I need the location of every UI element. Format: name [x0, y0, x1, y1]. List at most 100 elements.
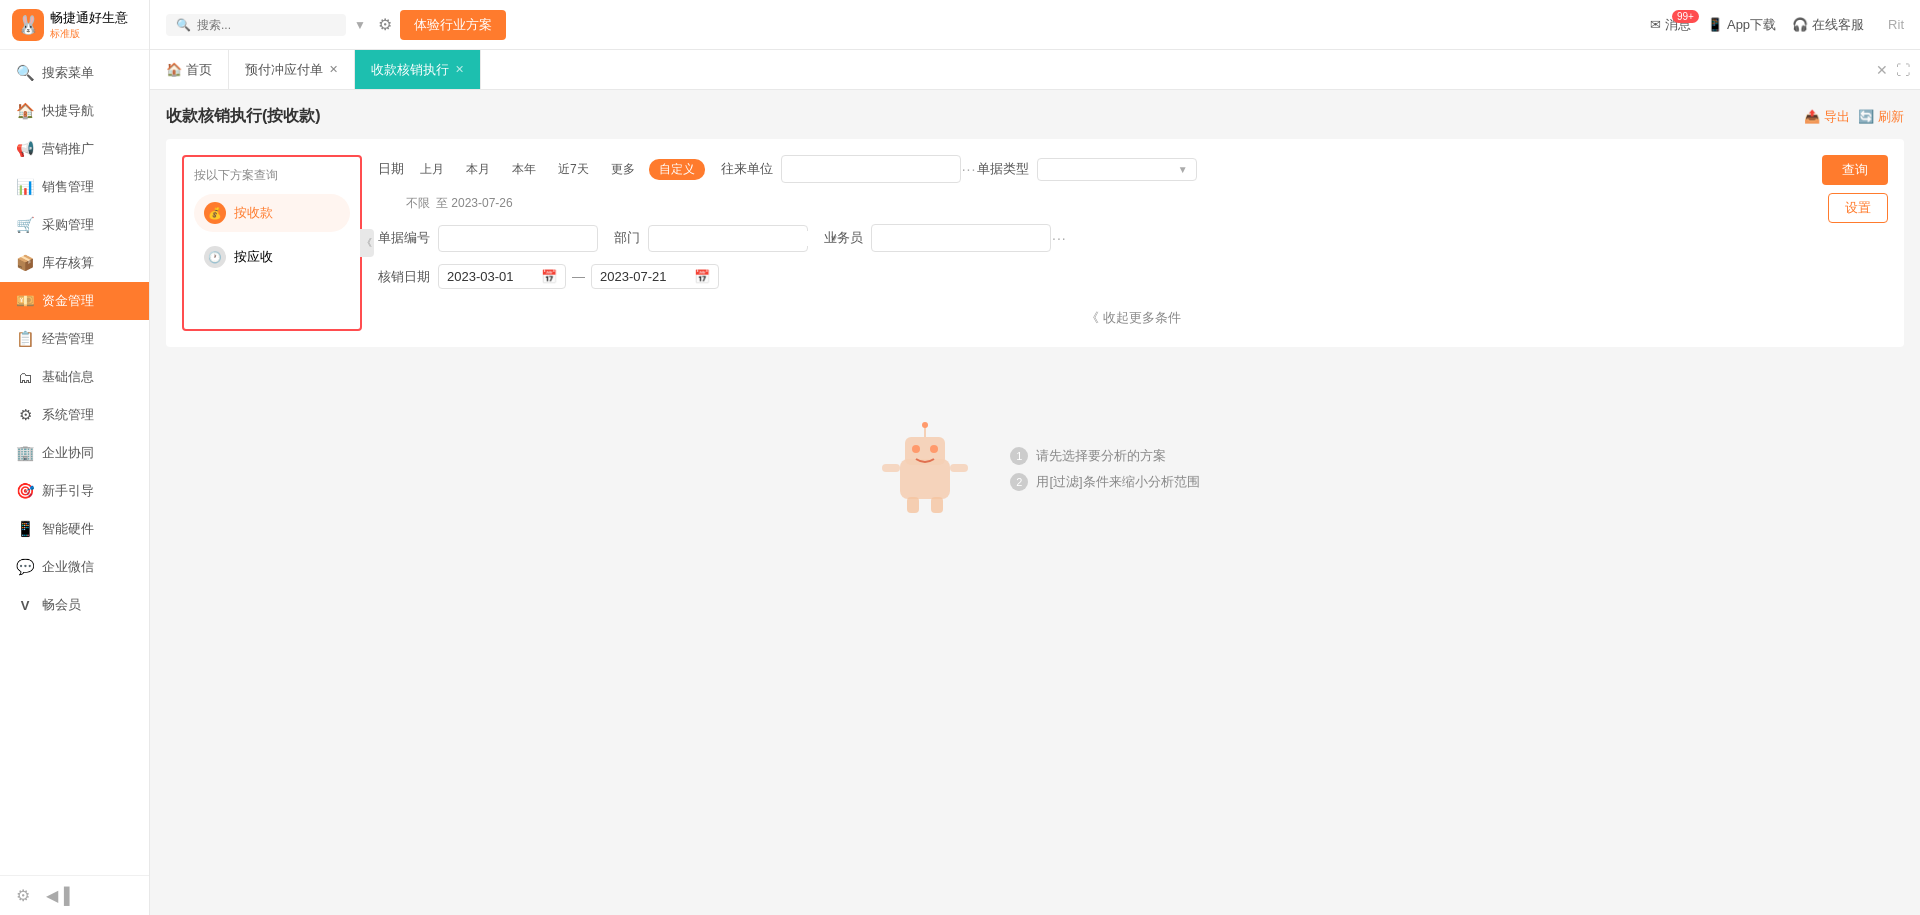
search-input[interactable]	[197, 18, 317, 32]
calendar-end-icon[interactable]: 📅	[694, 269, 710, 284]
sidebar: 🐰 畅捷通好生意 标准版 🔍 搜索菜单 🏠 快捷导航 📢 营销推广 📊 销售管理…	[0, 0, 150, 915]
filter-bill-type-field: 单据类型 ▼	[977, 158, 1197, 181]
filter-bill-no-field: 单据编号	[378, 225, 598, 252]
expand-tab-icon[interactable]: ⛶	[1896, 62, 1910, 78]
svg-rect-7	[931, 497, 943, 513]
sidebar-item-wechat[interactable]: 💬 企业微信	[0, 548, 149, 586]
settings-bottom-icon[interactable]: ⚙	[16, 886, 30, 905]
date-range-divider: —	[572, 269, 585, 284]
verify-date-end-wrap[interactable]: 2023-07-21 📅	[591, 264, 719, 289]
staff-input[interactable]: ···	[871, 224, 1051, 252]
topbar-search-box[interactable]: 🔍	[166, 14, 346, 36]
date-btn-more[interactable]: 更多	[603, 159, 643, 180]
filter-options-panel: 按以下方案查询 💰 按收款 🕐 按应收 《	[182, 155, 362, 331]
sidebar-item-basic-info[interactable]: 🗂 基础信息	[0, 358, 149, 396]
filter-panel: 按以下方案查询 💰 按收款 🕐 按应收 《	[166, 139, 1904, 347]
verify-date-end-input[interactable]: 2023-07-21	[600, 269, 690, 284]
filter-option-by-collection[interactable]: 💰 按收款	[194, 194, 350, 232]
dept-select[interactable]: ▼	[648, 225, 808, 252]
dropdown-arrow-icon[interactable]: ▼	[354, 18, 366, 32]
tabbar: 🏠 首页 预付冲应付单 ✕ 收款核销执行 ✕ ✕ ⛶	[150, 50, 1920, 90]
page-actions: 📤 导出 🔄 刷新	[1804, 108, 1904, 126]
date-btn-this-month[interactable]: 本月	[458, 159, 498, 180]
sidebar-item-member[interactable]: V 畅会员	[0, 586, 149, 624]
settings-btn[interactable]: 设置	[1828, 193, 1888, 223]
headset-icon: 🎧	[1792, 17, 1808, 32]
search-icon: 🔍	[176, 18, 191, 32]
filter-fields: 日期 上月 本月 本年 近7天 更多 自定义	[378, 155, 1888, 331]
counterpart-text-input[interactable]	[790, 162, 958, 177]
settings-gear-icon[interactable]: ⚙	[378, 15, 392, 34]
topbar-right: ✉ 消息 99+ 📱 App下载 🎧 在线客服 Rit	[1650, 16, 1904, 34]
sidebar-item-sales[interactable]: 📊 销售管理	[0, 168, 149, 206]
tab-close-prepay[interactable]: ✕	[329, 63, 338, 76]
sidebar-item-purchase[interactable]: 🛒 采购管理	[0, 206, 149, 244]
date-btn-7days[interactable]: 近7天	[550, 159, 597, 180]
filter-option-by-receivable[interactable]: 🕐 按应收	[194, 238, 350, 276]
bill-type-arrow-icon: ▼	[1178, 164, 1188, 175]
empty-tip-2: 2 用[过滤]条件来缩小分析范围	[1010, 473, 1199, 491]
sidebar-item-hardware[interactable]: 📱 智能硬件	[0, 510, 149, 548]
counterpart-input[interactable]: ···	[781, 155, 961, 183]
collapse-sidebar-icon[interactable]: ◀▐	[46, 886, 69, 905]
dept-input[interactable]	[657, 231, 825, 246]
verify-date-start-input[interactable]: 2023-03-01	[447, 269, 537, 284]
filter-action-btns: 查询 设置	[1822, 155, 1888, 223]
bill-type-select[interactable]: ▼	[1037, 158, 1197, 181]
sidebar-item-search[interactable]: 🔍 搜索菜单	[0, 54, 149, 92]
bill-no-input[interactable]	[438, 225, 598, 252]
message-btn[interactable]: ✉ 消息 99+	[1650, 16, 1691, 34]
home-tab-icon: 🏠	[166, 62, 182, 77]
refresh-icon: 🔄	[1858, 109, 1874, 124]
date-btn-last-month[interactable]: 上月	[412, 159, 452, 180]
sidebar-item-system[interactable]: ⚙ 系统管理	[0, 396, 149, 434]
svg-point-2	[912, 445, 920, 453]
finance-icon: 💴	[16, 292, 34, 310]
industry-btn[interactable]: 体验行业方案	[400, 10, 506, 40]
close-tab-icon[interactable]: ✕	[1876, 62, 1888, 78]
date-btn-custom[interactable]: 自定义	[649, 159, 705, 180]
tab-collection[interactable]: 收款核销执行 ✕	[355, 50, 481, 89]
tabbar-actions: ✕ ⛶	[1866, 50, 1920, 89]
sidebar-item-guide[interactable]: 🎯 新手引导	[0, 472, 149, 510]
export-btn[interactable]: 📤 导出	[1804, 108, 1850, 126]
sidebar-item-inventory[interactable]: 📦 库存核算	[0, 244, 149, 282]
basic-info-icon: 🗂	[16, 369, 34, 386]
empty-state: 1 请先选择要分析的方案 2 用[过滤]条件来缩小分析范围	[166, 359, 1904, 579]
filter-counterpart-field: 往来单位 ···	[721, 155, 961, 183]
query-btn[interactable]: 查询	[1822, 155, 1888, 185]
svg-point-9	[922, 422, 928, 428]
sidebar-item-quick-nav[interactable]: 🏠 快捷导航	[0, 92, 149, 130]
sidebar-item-business[interactable]: 📋 经营管理	[0, 320, 149, 358]
app-download-btn[interactable]: 📱 App下载	[1707, 16, 1776, 34]
collapse-more-btn[interactable]: 《 收起更多条件	[1086, 309, 1181, 327]
system-icon: ⚙	[16, 406, 34, 424]
wechat-icon: 💬	[16, 558, 34, 576]
svg-point-3	[930, 445, 938, 453]
svg-rect-6	[907, 497, 919, 513]
empty-tip-1: 1 请先选择要分析的方案	[1010, 447, 1199, 465]
staff-text-input[interactable]	[880, 231, 1048, 246]
online-service-btn[interactable]: 🎧 在线客服	[1792, 16, 1864, 34]
sidebar-item-finance[interactable]: 💴 资金管理	[0, 282, 149, 320]
date-btn-this-year[interactable]: 本年	[504, 159, 544, 180]
marketing-icon: 📢	[16, 140, 34, 158]
page-title: 收款核销执行(按收款)	[166, 106, 321, 127]
date-no-limit-label: 不限	[406, 195, 430, 212]
tab-home[interactable]: 🏠 首页	[150, 50, 229, 89]
collapse-panel-arrow[interactable]: 《	[360, 229, 374, 257]
tip-num-2: 2	[1010, 473, 1028, 491]
calendar-start-icon[interactable]: 📅	[541, 269, 557, 284]
collapse-more-icon: 《	[1086, 309, 1099, 327]
refresh-btn[interactable]: 🔄 刷新	[1858, 108, 1904, 126]
sidebar-item-enterprise[interactable]: 🏢 企业协同	[0, 434, 149, 472]
verify-date-start-wrap[interactable]: 2023-03-01 📅	[438, 264, 566, 289]
tab-prepay[interactable]: 预付冲应付单 ✕	[229, 50, 355, 89]
search-icon: 🔍	[16, 64, 34, 82]
sidebar-item-marketing[interactable]: 📢 营销推广	[0, 130, 149, 168]
tab-close-collection[interactable]: ✕	[455, 63, 464, 76]
enterprise-icon: 🏢	[16, 444, 34, 462]
guide-icon: 🎯	[16, 482, 34, 500]
home-icon: 🏠	[16, 102, 34, 120]
phone-icon: 📱	[1707, 17, 1723, 32]
